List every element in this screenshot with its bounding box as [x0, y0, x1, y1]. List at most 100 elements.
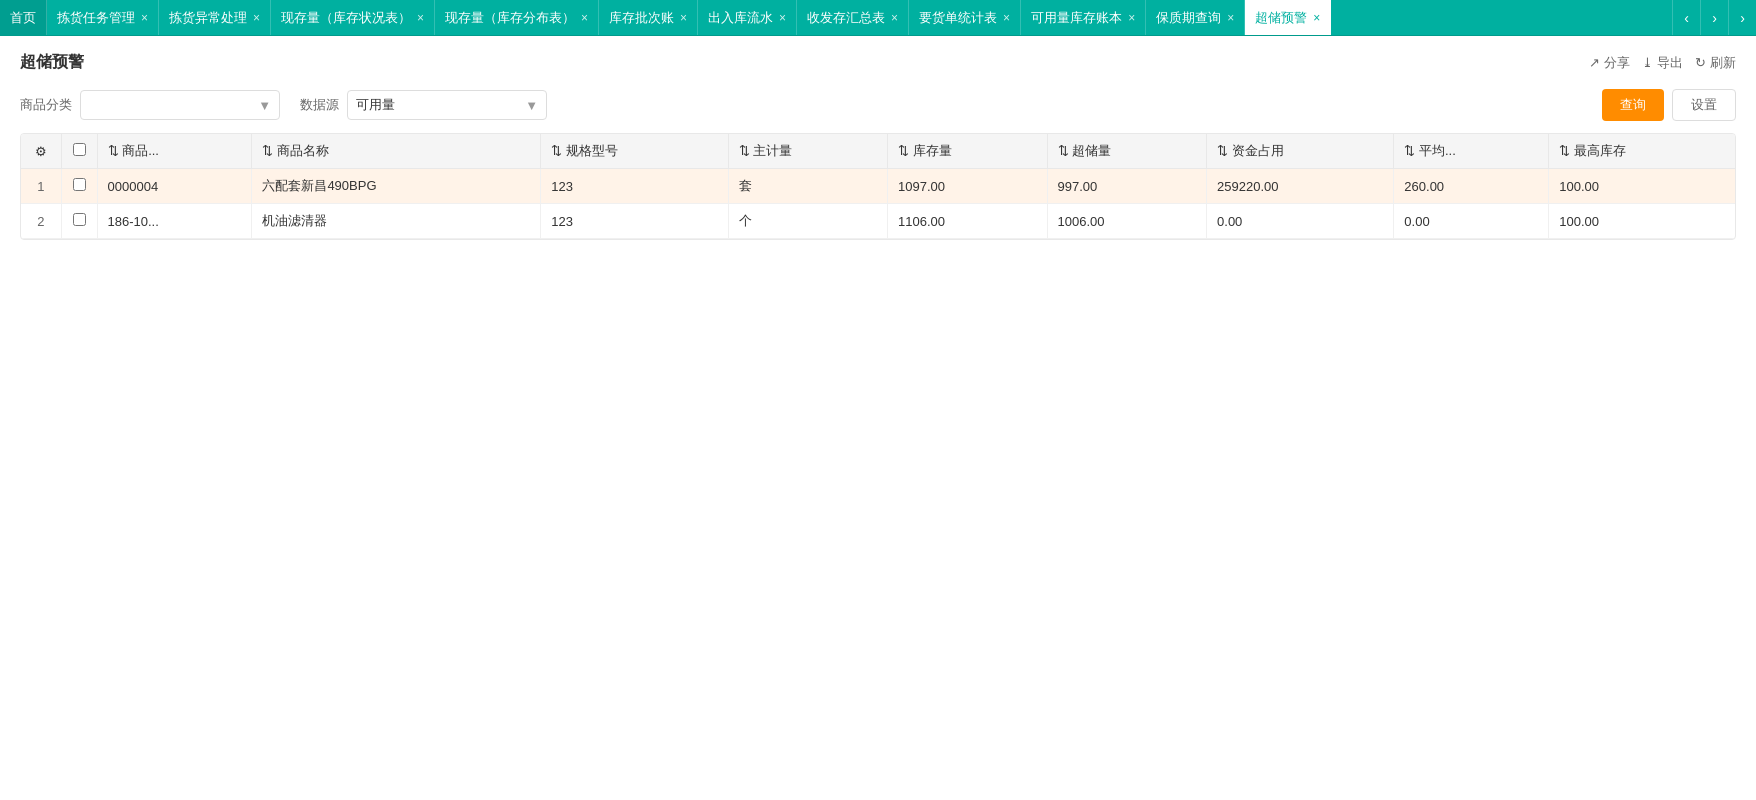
nav-order-stats-close[interactable]: ×	[1003, 11, 1010, 25]
nav-overstock-warning-label: 超储预警	[1255, 9, 1307, 27]
row-checkbox-input-1[interactable]	[73, 178, 86, 191]
filter-row: 商品分类 ▼ 数据源 可用量 ▼ 查询 设置	[20, 89, 1736, 121]
page-title: 超储预警	[20, 52, 84, 73]
th-product-name[interactable]: ⇅ 商品名称	[252, 134, 541, 169]
th-max-stock[interactable]: ⇅ 最高库存	[1549, 134, 1735, 169]
nav-stock-status-close[interactable]: ×	[417, 11, 424, 25]
filter-buttons: 查询 设置	[1602, 89, 1736, 121]
nav-batch-account[interactable]: 库存批次账 ×	[599, 0, 698, 36]
nav-task-management[interactable]: 拣货任务管理 ×	[47, 0, 159, 36]
cell-max-stock-1: 100.00	[1549, 169, 1735, 204]
th-spec-sort-icon: ⇅	[551, 143, 562, 158]
th-stock-sort-icon: ⇅	[898, 143, 909, 158]
nav-arrow-right[interactable]: ›	[1700, 0, 1728, 36]
nav-stock-distribution[interactable]: 现存量（库存分布表） ×	[435, 0, 599, 36]
cell-spec-2: 123	[541, 204, 728, 239]
nav-available-stock[interactable]: 可用量库存账本 ×	[1021, 0, 1146, 36]
nav-inout-flow[interactable]: 出入库流水 ×	[698, 0, 797, 36]
th-gear[interactable]: ⚙	[21, 134, 61, 169]
nav-stock-distribution-close[interactable]: ×	[581, 11, 588, 25]
row-checkbox-1[interactable]	[61, 169, 97, 204]
header-actions: ↗ 分享 ⤓ 导出 ↻ 刷新	[1589, 54, 1736, 72]
cell-unit-2: 个	[728, 204, 888, 239]
nav-order-stats[interactable]: 要货单统计表 ×	[909, 0, 1021, 36]
nav-summary-close[interactable]: ×	[891, 11, 898, 25]
nav-task-management-close[interactable]: ×	[141, 11, 148, 25]
nav-arrow-left[interactable]: ‹	[1672, 0, 1700, 36]
nav-home[interactable]: 首页	[0, 0, 47, 36]
cell-over-stock-1: 997.00	[1047, 169, 1207, 204]
nav-summary[interactable]: 收发存汇总表 ×	[797, 0, 909, 36]
cell-product-name-2: 机油滤清器	[252, 204, 541, 239]
cell-over-stock-2: 1006.00	[1047, 204, 1207, 239]
nav-arrow-expand[interactable]: ›	[1728, 0, 1756, 36]
category-label: 商品分类	[20, 96, 72, 114]
th-over-stock[interactable]: ⇅ 超储量	[1047, 134, 1207, 169]
table-body: 1 0000004 六配套新昌490BPG 123 套 1097.00 997.…	[21, 169, 1735, 239]
nav-quality-period-label: 保质期查询	[1156, 9, 1221, 27]
share-icon: ↗	[1589, 55, 1600, 70]
row-number-1: 1	[21, 169, 61, 204]
cell-stock-1: 1097.00	[888, 169, 1048, 204]
table-header-row: ⚙ ⇅ 商品... ⇅ 商品名称 ⇅ 规格型号	[21, 134, 1735, 169]
nav-task-management-label: 拣货任务管理	[57, 9, 135, 27]
cell-max-stock-2: 100.00	[1549, 204, 1735, 239]
th-unit[interactable]: ⇅ 主计量	[728, 134, 888, 169]
nav-available-stock-close[interactable]: ×	[1128, 11, 1135, 25]
th-capital[interactable]: ⇅ 资金占用	[1207, 134, 1394, 169]
cell-stock-2: 1106.00	[888, 204, 1048, 239]
th-spec[interactable]: ⇅ 规格型号	[541, 134, 728, 169]
settings-button[interactable]: 设置	[1672, 89, 1736, 121]
cell-product-code-2: 186-10...	[97, 204, 252, 239]
th-max-stock-sort-icon: ⇅	[1559, 143, 1570, 158]
share-label: 分享	[1604, 54, 1630, 72]
row-checkbox-2[interactable]	[61, 204, 97, 239]
category-select[interactable]: ▼	[80, 90, 280, 120]
query-button[interactable]: 查询	[1602, 89, 1664, 121]
nav-stock-distribution-label: 现存量（库存分布表）	[445, 9, 575, 27]
refresh-action[interactable]: ↻ 刷新	[1695, 54, 1736, 72]
data-table: ⚙ ⇅ 商品... ⇅ 商品名称 ⇅ 规格型号	[21, 134, 1735, 239]
nav-order-stats-label: 要货单统计表	[919, 9, 997, 27]
th-avg[interactable]: ⇅ 平均...	[1394, 134, 1549, 169]
nav-available-stock-label: 可用量库存账本	[1031, 9, 1122, 27]
nav-quality-period-close[interactable]: ×	[1227, 11, 1234, 25]
th-unit-sort-icon: ⇅	[739, 143, 750, 158]
nav-exception-handling[interactable]: 拣货异常处理 ×	[159, 0, 271, 36]
row-number-2: 2	[21, 204, 61, 239]
export-label: 导出	[1657, 54, 1683, 72]
nav-scroll-arrows: ‹ › ›	[1672, 0, 1756, 36]
category-filter: 商品分类 ▼	[20, 90, 280, 120]
nav-exception-handling-close[interactable]: ×	[253, 11, 260, 25]
refresh-icon: ↻	[1695, 55, 1706, 70]
share-action[interactable]: ↗ 分享	[1589, 54, 1630, 72]
cell-spec-1: 123	[541, 169, 728, 204]
table-row: 2 186-10... 机油滤清器 123 个 1106.00 1006.00 …	[21, 204, 1735, 239]
datasource-chevron-icon: ▼	[525, 98, 538, 113]
nav-inout-flow-label: 出入库流水	[708, 9, 773, 27]
select-all-checkbox[interactable]	[73, 143, 86, 156]
cell-capital-2: 0.00	[1207, 204, 1394, 239]
nav-overstock-warning-close[interactable]: ×	[1313, 11, 1320, 25]
datasource-value: 可用量	[356, 96, 395, 114]
cell-product-code-1: 0000004	[97, 169, 252, 204]
th-product-code[interactable]: ⇅ 商品...	[97, 134, 252, 169]
datasource-filter: 数据源 可用量 ▼	[300, 90, 547, 120]
nav-batch-account-label: 库存批次账	[609, 9, 674, 27]
th-product-name-sort-icon: ⇅	[262, 143, 273, 158]
row-checkbox-input-2[interactable]	[73, 213, 86, 226]
nav-quality-period[interactable]: 保质期查询 ×	[1146, 0, 1245, 36]
th-checkbox[interactable]	[61, 134, 97, 169]
th-stock[interactable]: ⇅ 库存量	[888, 134, 1048, 169]
nav-summary-label: 收发存汇总表	[807, 9, 885, 27]
cell-product-name-1: 六配套新昌490BPG	[252, 169, 541, 204]
top-navigation: 首页 拣货任务管理 × 拣货异常处理 × 现存量（库存状况表） × 现存量（库存…	[0, 0, 1756, 36]
nav-batch-account-close[interactable]: ×	[680, 11, 687, 25]
export-action[interactable]: ⤓ 导出	[1642, 54, 1683, 72]
datasource-select[interactable]: 可用量 ▼	[347, 90, 547, 120]
nav-stock-status-label: 现存量（库存状况表）	[281, 9, 411, 27]
nav-stock-status[interactable]: 现存量（库存状况表） ×	[271, 0, 435, 36]
page-content: 超储预警 ↗ 分享 ⤓ 导出 ↻ 刷新 商品分类 ▼ 数据源	[0, 36, 1756, 256]
nav-overstock-warning[interactable]: 超储预警 ×	[1245, 0, 1331, 36]
nav-inout-flow-close[interactable]: ×	[779, 11, 786, 25]
